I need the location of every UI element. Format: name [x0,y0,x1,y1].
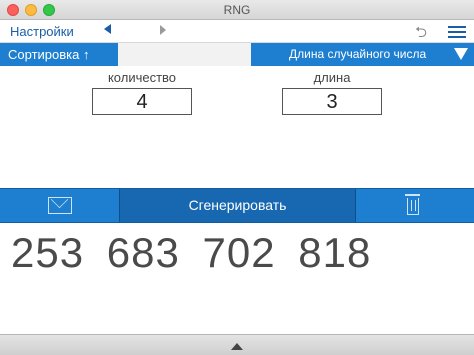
toolbar: Настройки ⮌ [0,20,474,43]
mail-icon [48,197,72,214]
chevron-right-icon[interactable] [160,25,166,35]
length-dropdown-label: Длина случайного числа [289,47,427,61]
chevron-left-icon[interactable] [104,24,111,34]
menu-icon[interactable] [448,26,466,38]
action-bar: Сгенерировать [0,188,474,223]
length-field[interactable]: 3 [282,88,382,115]
bottom-bar [0,334,474,355]
count-field[interactable]: 4 [92,88,192,115]
trash-button[interactable] [356,189,474,222]
window-title: RNG [223,3,251,17]
generate-button[interactable]: Сгенерировать [119,189,356,222]
settings-link[interactable]: Настройки [10,24,74,39]
dropdown-arrow-icon [454,48,468,60]
length-dropdown[interactable]: Длина случайного числа [251,43,474,66]
window-titlebar: RNG [0,0,474,20]
count-label: количество [107,70,177,85]
chevron-up-icon[interactable] [231,343,243,350]
sort-button[interactable]: Сортировка ↑ [0,43,118,66]
sort-bar: Сортировка ↑ Длина случайного числа [0,43,474,66]
result-numbers: 253 683 702 818 [11,229,372,276]
mail-button[interactable] [0,189,119,222]
length-label: длина [313,70,351,85]
trash-icon [405,194,420,215]
